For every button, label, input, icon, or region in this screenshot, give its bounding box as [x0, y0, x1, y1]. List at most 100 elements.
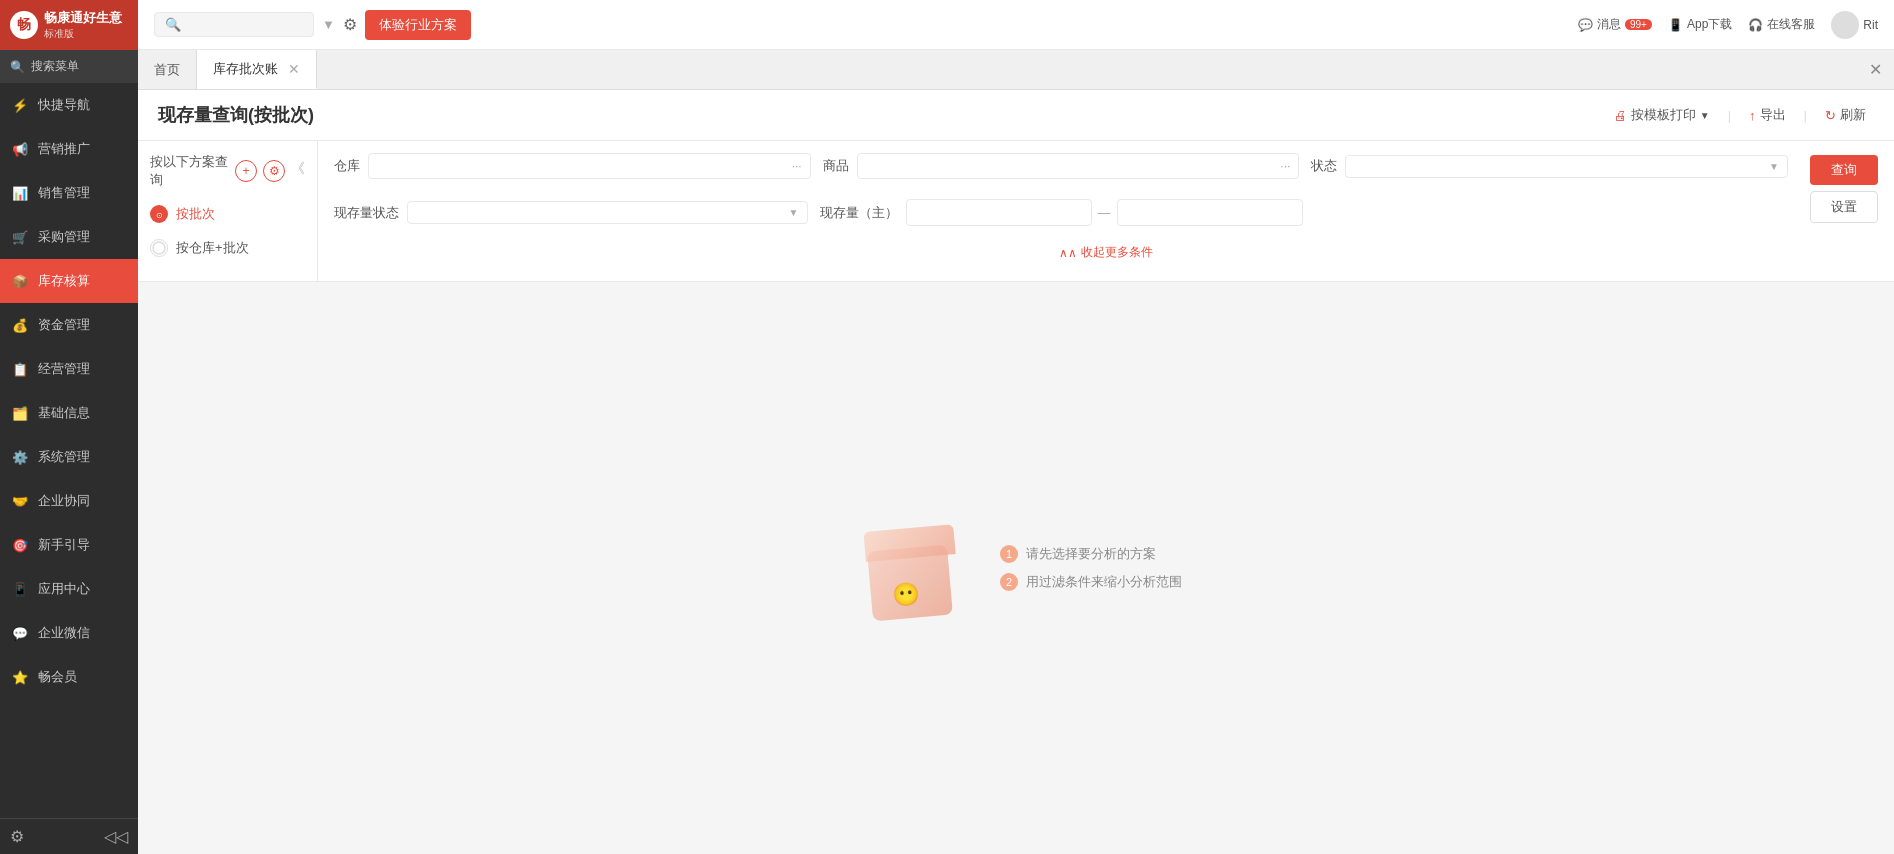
scheme-option-by-batch[interactable]: ⊙ 按批次 — [138, 197, 317, 231]
quick-nav-icon: ⚡ — [10, 95, 30, 115]
svg-point-2 — [153, 242, 165, 254]
experience-btn[interactable]: 体验行业方案 — [365, 10, 471, 40]
filter-buttons: 查询 设置 — [1810, 153, 1878, 223]
inventory-qty-label: 现存量（主） — [820, 204, 898, 222]
status-select[interactable]: ▼ — [1345, 155, 1788, 178]
scheme-by-warehouse-batch-label: 按仓库+批次 — [176, 239, 249, 257]
hint-1-num: 1 — [1000, 545, 1018, 563]
sidebar-item-quick-nav[interactable]: ⚡ 快捷导航 — [0, 83, 138, 127]
empty-hint-2: 2 用过滤条件来缩小分析范围 — [1000, 573, 1182, 591]
inventory-status-dropdown-icon: ▼ — [789, 207, 799, 218]
topbar-search-input[interactable] — [187, 18, 303, 32]
export-label: 导出 — [1760, 106, 1786, 124]
add-scheme-btn[interactable]: + — [235, 160, 257, 182]
inventory-status-select[interactable]: ▼ — [407, 201, 808, 224]
print-template-btn[interactable]: 🖨 按模板打印 ▼ — [1606, 102, 1718, 128]
tab-close-icon[interactable]: ✕ — [288, 61, 300, 77]
config-scheme-btn[interactable]: ⚙ — [263, 160, 285, 182]
sidebar-item-operations[interactable]: 📋 经营管理 — [0, 347, 138, 391]
settings-footer-icon[interactable]: ⚙ — [10, 827, 24, 846]
warehouse-input[interactable]: ··· — [368, 153, 811, 179]
sidebar-item-label: 畅会员 — [38, 668, 77, 686]
collapse-sidebar-icon[interactable]: ◁◁ — [104, 827, 128, 846]
filter-scheme-label: 按以下方案查询 — [150, 153, 235, 189]
plus-icon: + — [242, 164, 249, 178]
page-title: 现存量查询(按批次) — [158, 103, 314, 127]
sidebar-item-label: 应用中心 — [38, 580, 90, 598]
search-icon: 🔍 — [10, 60, 25, 74]
tab-home-label: 首页 — [154, 61, 180, 79]
empty-state: 😶 1 请先选择要分析的方案 2 用过滤条件来缩小分析范围 — [138, 282, 1894, 854]
sidebar-item-basic[interactable]: 🗂️ 基础信息 — [0, 391, 138, 435]
inventory-icon: 📦 — [10, 271, 30, 291]
print-template-label: 按模板打印 — [1631, 106, 1696, 124]
settings-btn[interactable]: 设置 — [1810, 191, 1878, 223]
inventory-qty-from[interactable] — [906, 199, 1092, 226]
sidebar-item-member[interactable]: ⭐ 畅会员 — [0, 655, 138, 699]
topbar-search-icon: 🔍 — [165, 17, 181, 32]
export-btn[interactable]: ↑ 导出 — [1741, 102, 1794, 128]
sidebar-item-system[interactable]: ⚙️ 系统管理 — [0, 435, 138, 479]
inventory-status-label: 现存量状态 — [334, 204, 399, 222]
sidebar-item-marketing[interactable]: 📢 营销推广 — [0, 127, 138, 171]
filter-area: 按以下方案查询 + ⚙ 《 ⊙ 按批次 — [138, 141, 1894, 282]
tab-inventory-batch[interactable]: 库存批次账 ✕ — [197, 50, 317, 89]
tab-home[interactable]: 首页 — [138, 50, 197, 89]
collapse-scheme-btn[interactable]: 《 — [291, 160, 305, 182]
export-icon: ↑ — [1749, 108, 1756, 123]
product-input[interactable]: ··· — [857, 153, 1300, 179]
query-btn[interactable]: 查询 — [1810, 155, 1878, 185]
collapse-more-conditions[interactable]: ∧∧ 收起更多条件 — [334, 236, 1878, 269]
tabs-close-all-btn[interactable]: ✕ — [1857, 60, 1894, 79]
main-area: 🔍 ▼ ⚙ 体验行业方案 💬 消息 99+ 📱 App下载 🎧 在线客服 — [138, 0, 1894, 854]
app-download-action[interactable]: 📱 App下载 — [1668, 16, 1732, 33]
sidebar-item-appstore[interactable]: 📱 应用中心 — [0, 567, 138, 611]
sidebar-item-enterprise[interactable]: 🤝 企业协同 — [0, 479, 138, 523]
topbar-left: 🔍 ▼ ⚙ 体验行业方案 — [154, 10, 1568, 40]
user-info-action[interactable]: Rit — [1831, 11, 1878, 39]
newbie-icon: 🎯 — [10, 535, 30, 555]
messages-action[interactable]: 💬 消息 99+ — [1578, 16, 1652, 33]
page-header: 现存量查询(按批次) 🖨 按模板打印 ▼ | ↑ 导出 | ↻ 刷新 — [138, 90, 1894, 141]
sidebar-item-finance[interactable]: 💰 资金管理 — [0, 303, 138, 347]
sidebar-item-label: 企业微信 — [38, 624, 90, 642]
sidebar-item-sales[interactable]: 📊 销售管理 — [0, 171, 138, 215]
page-content: 现存量查询(按批次) 🖨 按模板打印 ▼ | ↑ 导出 | ↻ 刷新 — [138, 90, 1894, 854]
print-dropdown-icon[interactable]: ▼ — [1700, 110, 1710, 121]
status-dropdown-icon: ▼ — [1769, 161, 1779, 172]
sidebar-item-label: 营销推广 — [38, 140, 90, 158]
range-dash: — — [1098, 205, 1111, 220]
scheme-by-batch-label: 按批次 — [176, 205, 215, 223]
gear-scheme-icon: ⚙ — [269, 164, 280, 178]
sidebar-search[interactable]: 🔍 搜索菜单 — [0, 50, 138, 83]
sidebar-item-label: 资金管理 — [38, 316, 90, 334]
sidebar-item-inventory[interactable]: 📦 库存核算 — [0, 259, 138, 303]
messages-icon: 💬 — [1578, 18, 1593, 32]
refresh-btn[interactable]: ↻ 刷新 — [1817, 102, 1874, 128]
online-service-label: 在线客服 — [1767, 16, 1815, 33]
inventory-qty-range: — — [906, 199, 1303, 226]
svg-text:⊙: ⊙ — [156, 211, 163, 220]
sidebar-item-wechat[interactable]: 💬 企业微信 — [0, 611, 138, 655]
warehouse-more-icon: ··· — [792, 159, 802, 173]
sidebar: 畅 畅康通好生意 标准版 🔍 搜索菜单 ⚡ 快捷导航 📢 营销推广 📊 销售管理… — [0, 0, 138, 854]
separator-1: | — [1728, 108, 1731, 123]
scheme-option-by-warehouse-batch[interactable]: 按仓库+批次 — [138, 231, 317, 265]
topbar-dropdown-icon[interactable]: ▼ — [322, 17, 335, 32]
marketing-icon: 📢 — [10, 139, 30, 159]
sidebar-item-purchase[interactable]: 🛒 采购管理 — [0, 215, 138, 259]
topbar-search-box[interactable]: 🔍 — [154, 12, 314, 37]
sales-icon: 📊 — [10, 183, 30, 203]
sidebar-item-newbie[interactable]: 🎯 新手引导 — [0, 523, 138, 567]
topbar-gear-icon[interactable]: ⚙ — [343, 15, 357, 34]
collapse-label: 收起更多条件 — [1081, 244, 1153, 261]
refresh-icon: ↻ — [1825, 108, 1836, 123]
online-service-action[interactable]: 🎧 在线客服 — [1748, 16, 1815, 33]
collapse-up-icon: ∧∧ — [1059, 246, 1077, 260]
product-field: 商品 ··· — [823, 153, 1300, 179]
inventory-qty-to[interactable] — [1117, 199, 1303, 226]
member-icon: ⭐ — [10, 667, 30, 687]
user-name: Rit — [1863, 18, 1878, 32]
inventory-qty-field: 现存量（主） — — [820, 199, 1303, 226]
scheme-inactive-icon — [150, 239, 168, 257]
